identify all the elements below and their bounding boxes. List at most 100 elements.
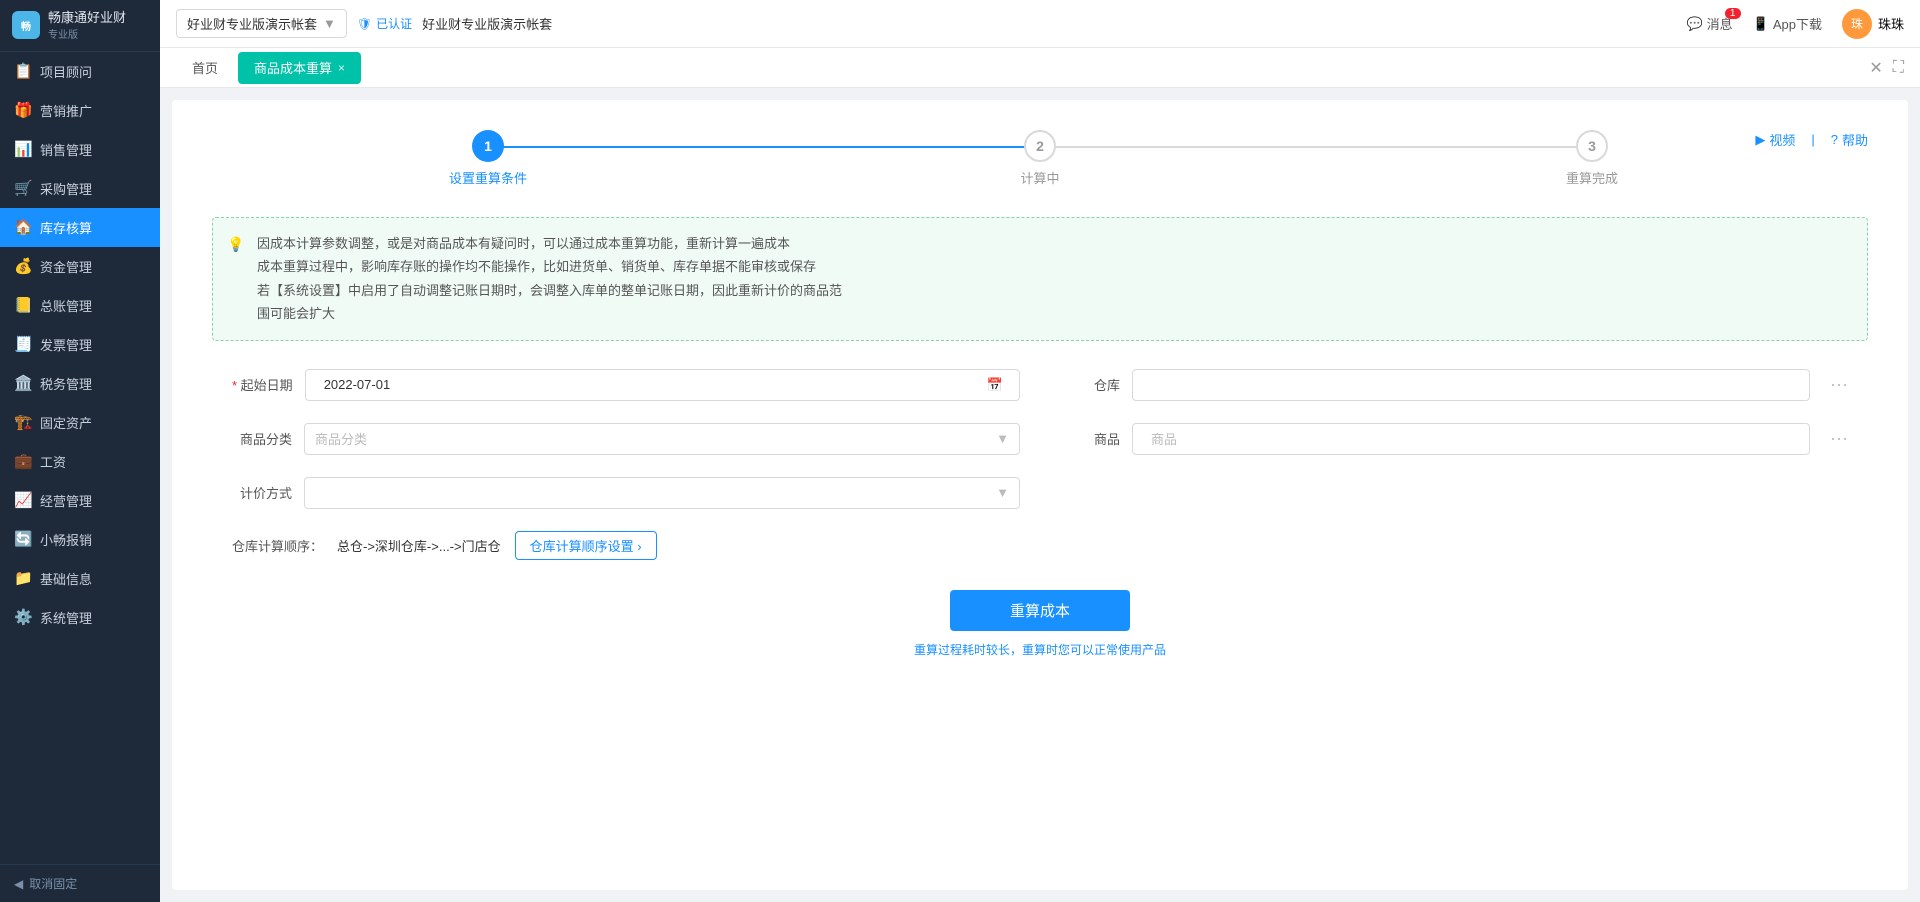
info-line4: 围可能会扩大 bbox=[257, 302, 1847, 325]
accounting-icon: 📒 bbox=[14, 296, 32, 314]
sidebar-item-label: 项目顾问 bbox=[40, 62, 92, 81]
inventory-icon: 🏠 bbox=[14, 218, 32, 236]
start-date-input[interactable]: 2022-07-01 📅 bbox=[305, 369, 1020, 401]
app-download-label: App下载 bbox=[1773, 14, 1822, 33]
sidebar-item-marketing[interactable]: 🎁 营销推广 bbox=[0, 91, 160, 130]
info-line3: 若【系统设置】中启用了自动调整记账日期时，会调整入库单的整单记账日期，因此重新计… bbox=[257, 279, 1847, 302]
sidebar-item-invoice[interactable]: 🧾 发票管理 bbox=[0, 325, 160, 364]
stepper: 1 设置重算条件 2 计算中 3 重算完成 ▶ bbox=[212, 130, 1868, 187]
expand-icon[interactable]: ⛶ bbox=[1893, 59, 1904, 77]
help-button[interactable]: ? 帮助 bbox=[1831, 130, 1868, 149]
pricing-method-label: 计价方式 bbox=[232, 483, 292, 502]
sidebar-item-label: 销售管理 bbox=[40, 140, 92, 159]
divider: | bbox=[1811, 132, 1814, 147]
sidebar-item-label: 库存核算 bbox=[40, 218, 92, 237]
warehouse-input[interactable] bbox=[1132, 369, 1810, 401]
app-download-button[interactable]: 📱 App下载 bbox=[1753, 14, 1822, 33]
app-logo: 畅 bbox=[12, 11, 40, 39]
sidebar-item-system[interactable]: ⚙️ 系统管理 bbox=[0, 598, 160, 637]
info-line1: 因成本计算参数调整，或是对商品成本有疑问时，可以通过成本重算功能，重新计算一遍成… bbox=[257, 232, 1847, 255]
recalculate-button[interactable]: 重算成本 bbox=[950, 590, 1130, 631]
video-label: 视频 bbox=[1769, 130, 1795, 149]
sidebar-item-purchase[interactable]: 🛒 采购管理 bbox=[0, 169, 160, 208]
category-select[interactable]: 商品分类 ▼ bbox=[304, 423, 1020, 455]
verified-text: 已认证 bbox=[376, 15, 412, 32]
sidebar-item-tax[interactable]: 🏛️ 税务管理 bbox=[0, 364, 160, 403]
account-selector-arrow: ▼ bbox=[323, 16, 336, 31]
calc-order-row: 仓库计算顺序： 总仓->深圳仓库->...->门店仓 仓库计算顺序设置 › bbox=[232, 531, 1848, 560]
calc-order-label: 仓库计算顺序： bbox=[232, 536, 323, 555]
user-menu[interactable]: 珠 珠珠 bbox=[1842, 9, 1904, 39]
messages-badge: 1 bbox=[1725, 8, 1741, 19]
start-date-value: 2022-07-01 bbox=[316, 377, 981, 392]
sidebar-item-label: 资金管理 bbox=[40, 257, 92, 276]
user-name: 珠珠 bbox=[1878, 14, 1904, 33]
form-row-2: 商品分类 商品分类 ▼ 商品 商品 ··· bbox=[232, 423, 1848, 455]
submit-section: 重算成本 重算过程耗时较长，重算时您可以正常使用产品 bbox=[212, 590, 1868, 658]
calc-order-settings-button[interactable]: 仓库计算顺序设置 › bbox=[515, 531, 657, 560]
business-icon: 📈 bbox=[14, 491, 32, 509]
sidebar-pin-toggle[interactable]: ◀ 取消固定 bbox=[0, 864, 160, 902]
sidebar-item-basic[interactable]: 📁 基础信息 bbox=[0, 559, 160, 598]
basic-icon: 📁 bbox=[14, 569, 32, 587]
shield-icon: 🛡 bbox=[357, 17, 372, 31]
warehouse-dots[interactable]: ··· bbox=[1830, 374, 1848, 395]
sidebar-item-business[interactable]: 📈 经营管理 bbox=[0, 481, 160, 520]
sidebar-item-label: 总账管理 bbox=[40, 296, 92, 315]
avatar: 珠 bbox=[1842, 9, 1872, 39]
step1-circle: 1 bbox=[472, 130, 504, 162]
calendar-icon: 📅 bbox=[981, 377, 1009, 393]
messages-button[interactable]: 💬 消息 1 bbox=[1686, 14, 1732, 33]
tab-cost-recalc[interactable]: 商品成本重算 × bbox=[238, 52, 361, 84]
calc-order-value: 总仓->深圳仓库->...->门店仓 bbox=[337, 536, 501, 555]
sidebar-item-inventory[interactable]: 🏠 库存核算 bbox=[0, 208, 160, 247]
verified-badge: 🛡 已认证 bbox=[357, 15, 412, 32]
pricing-method-select[interactable]: ▼ bbox=[304, 477, 1020, 509]
sidebar-item-finance[interactable]: 💰 资金管理 bbox=[0, 247, 160, 286]
sidebar-nav: 📋 项目顾问 🎁 营销推广 📊 销售管理 🛒 采购管理 🏠 库存核算 💰 资金管… bbox=[0, 52, 160, 864]
account-name: 好业财专业版演示帐套 bbox=[422, 14, 552, 33]
sidebar-item-expense[interactable]: 🔄 小畅报销 bbox=[0, 520, 160, 559]
info-box: 💡 因成本计算参数调整，或是对商品成本有疑问时，可以通过成本重算功能，重新计算一… bbox=[212, 217, 1868, 341]
tab-controls: ✕ ⛶ bbox=[1869, 58, 1904, 78]
sidebar-item-fixed-assets[interactable]: 🏗️ 固定资产 bbox=[0, 403, 160, 442]
warehouse-label: 仓库 bbox=[1060, 375, 1120, 394]
pricing-method-arrow: ▼ bbox=[996, 485, 1009, 500]
category-placeholder: 商品分类 bbox=[315, 429, 367, 448]
sidebar-item-label: 税务管理 bbox=[40, 374, 92, 393]
video-button[interactable]: ▶ 视频 bbox=[1755, 130, 1795, 149]
topbar: 好业财专业版演示帐套 ▼ 🛡 已认证 好业财专业版演示帐套 💬 消息 1 📱 A… bbox=[160, 0, 1920, 48]
step2-circle: 2 bbox=[1024, 130, 1056, 162]
product-label: 商品 bbox=[1060, 429, 1120, 448]
warehouse-field: 仓库 ··· bbox=[1060, 369, 1848, 401]
account-selector[interactable]: 好业财专业版演示帐套 ▼ bbox=[176, 9, 347, 38]
payroll-icon: 💼 bbox=[14, 452, 32, 470]
help-icon: ? bbox=[1831, 132, 1838, 147]
close-window-icon[interactable]: ✕ bbox=[1869, 58, 1882, 78]
sidebar-header: 畅 畅康通好业财 专业版 bbox=[0, 0, 160, 52]
sidebar-item-accounting[interactable]: 📒 总账管理 bbox=[0, 286, 160, 325]
sidebar-item-payroll[interactable]: 💼 工资 bbox=[0, 442, 160, 481]
stepper-step2: 2 计算中 bbox=[764, 130, 1316, 187]
sales-icon: 📊 bbox=[14, 140, 32, 158]
sidebar-item-label: 小畅报销 bbox=[40, 530, 92, 549]
tab-home[interactable]: 首页 bbox=[176, 52, 234, 84]
start-date-label: 起始日期 bbox=[232, 375, 293, 394]
stepper-step1: 1 设置重算条件 bbox=[212, 130, 764, 187]
calc-order-btn-label: 仓库计算顺序设置 › bbox=[530, 536, 642, 555]
product-dots[interactable]: ··· bbox=[1830, 428, 1848, 449]
sidebar-item-project[interactable]: 📋 项目顾问 bbox=[0, 52, 160, 91]
system-icon: ⚙️ bbox=[14, 608, 32, 626]
submit-hint: 重算过程耗时较长，重算时您可以正常使用产品 bbox=[914, 641, 1166, 658]
sidebar-item-sales[interactable]: 📊 销售管理 bbox=[0, 130, 160, 169]
tab-close-icon[interactable]: × bbox=[338, 61, 345, 75]
step2-label: 计算中 bbox=[1020, 168, 1059, 187]
product-input[interactable]: 商品 bbox=[1132, 423, 1810, 455]
app-title: 畅康通好业财 专业版 bbox=[48, 10, 126, 41]
sidebar-item-label: 经营管理 bbox=[40, 491, 92, 510]
sidebar-item-label: 营销推广 bbox=[40, 101, 92, 120]
product-placeholder: 商品 bbox=[1143, 429, 1799, 448]
mobile-icon: 📱 bbox=[1753, 16, 1769, 32]
tab-home-label: 首页 bbox=[192, 58, 218, 77]
category-arrow: ▼ bbox=[996, 431, 1009, 446]
